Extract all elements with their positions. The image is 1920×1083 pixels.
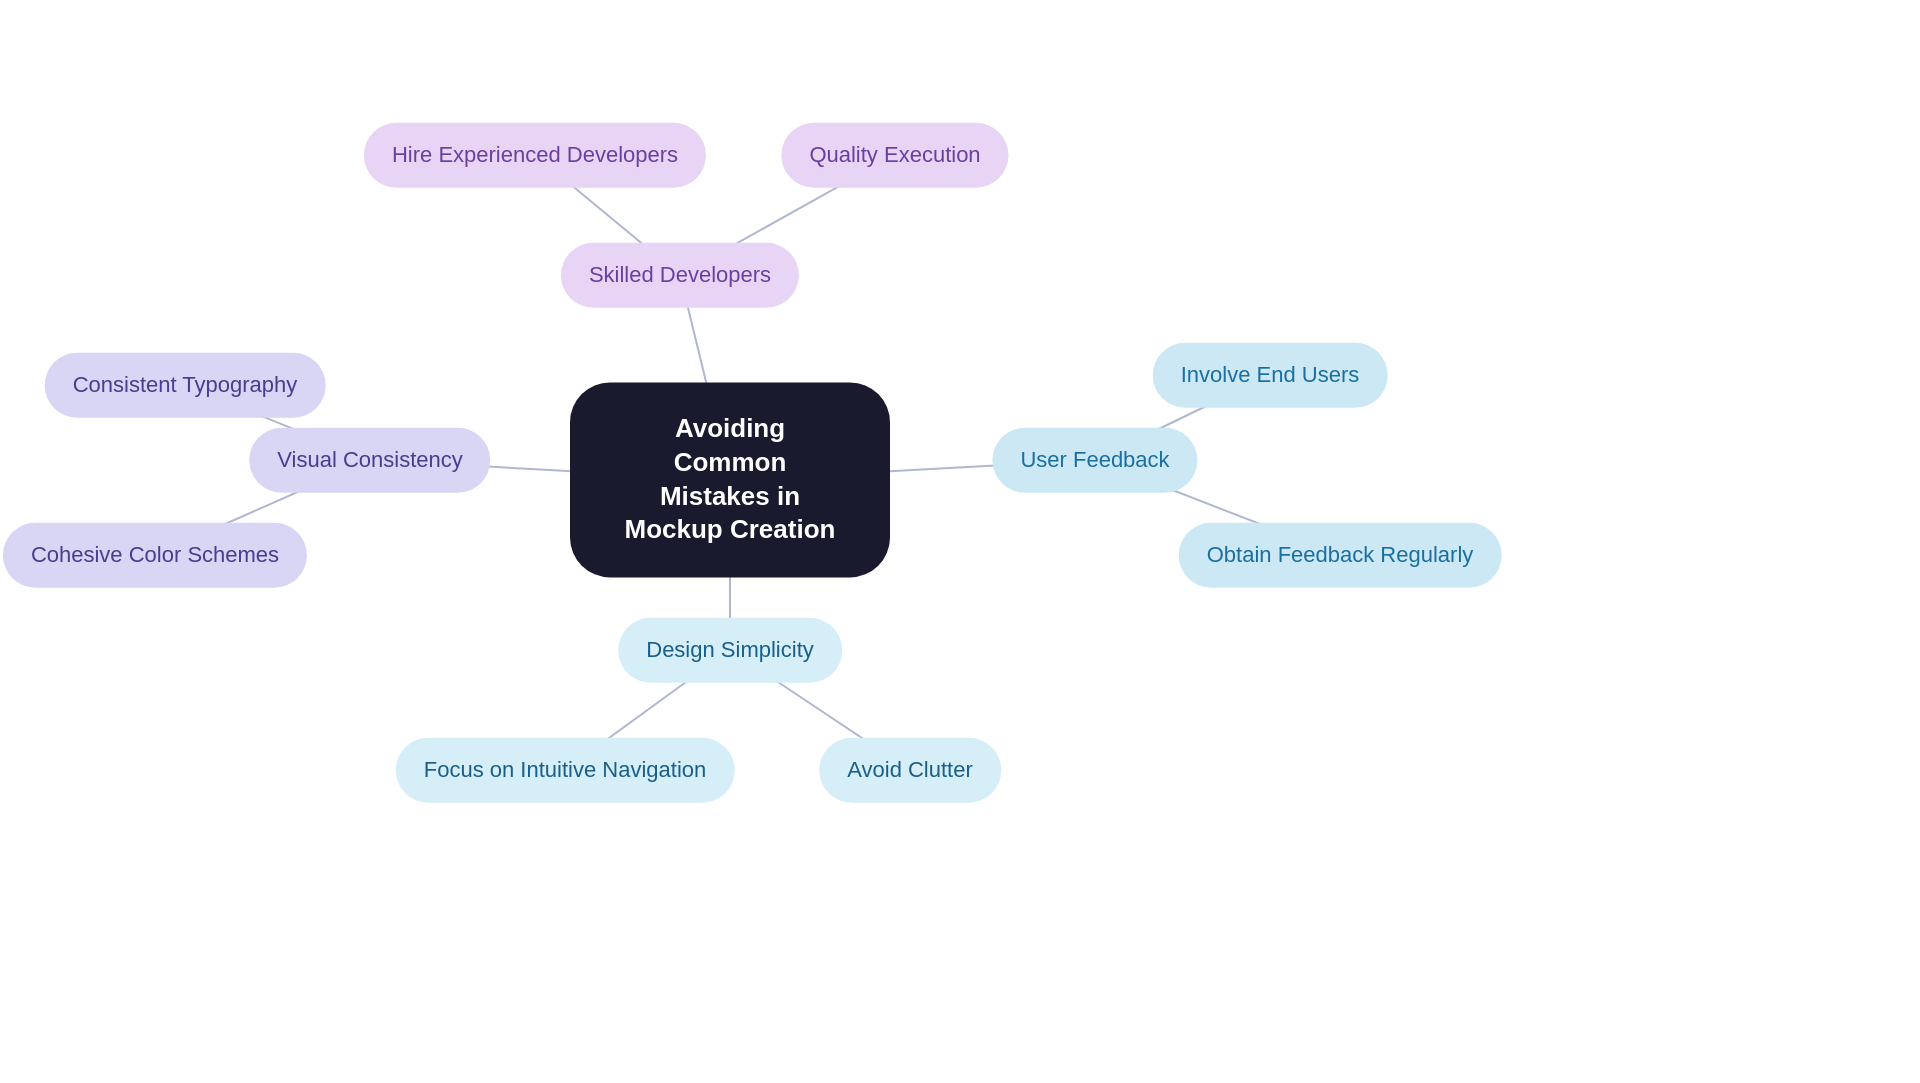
node-avoid-clutter[interactable]: Avoid Clutter [819,738,1001,803]
node-hire-experienced[interactable]: Hire Experienced Developers [364,123,706,188]
branch-user-feedback[interactable]: User Feedback [992,428,1197,493]
node-cohesive-color-schemes[interactable]: Cohesive Color Schemes [3,523,307,588]
branch-visual-consistency[interactable]: Visual Consistency [249,428,490,493]
node-focus-navigation[interactable]: Focus on Intuitive Navigation [396,738,735,803]
node-obtain-feedback[interactable]: Obtain Feedback Regularly [1179,523,1502,588]
node-involve-end-users[interactable]: Involve End Users [1153,343,1388,408]
node-quality-execution[interactable]: Quality Execution [781,123,1008,188]
branch-design-simplicity[interactable]: Design Simplicity [618,618,842,683]
mindmap-container: Avoiding Common Mistakes in Mockup Creat… [0,0,1920,1083]
branch-skilled-developers[interactable]: Skilled Developers [561,243,799,308]
center-node[interactable]: Avoiding Common Mistakes in Mockup Creat… [570,382,890,577]
node-consistent-typography[interactable]: Consistent Typography [45,353,326,418]
